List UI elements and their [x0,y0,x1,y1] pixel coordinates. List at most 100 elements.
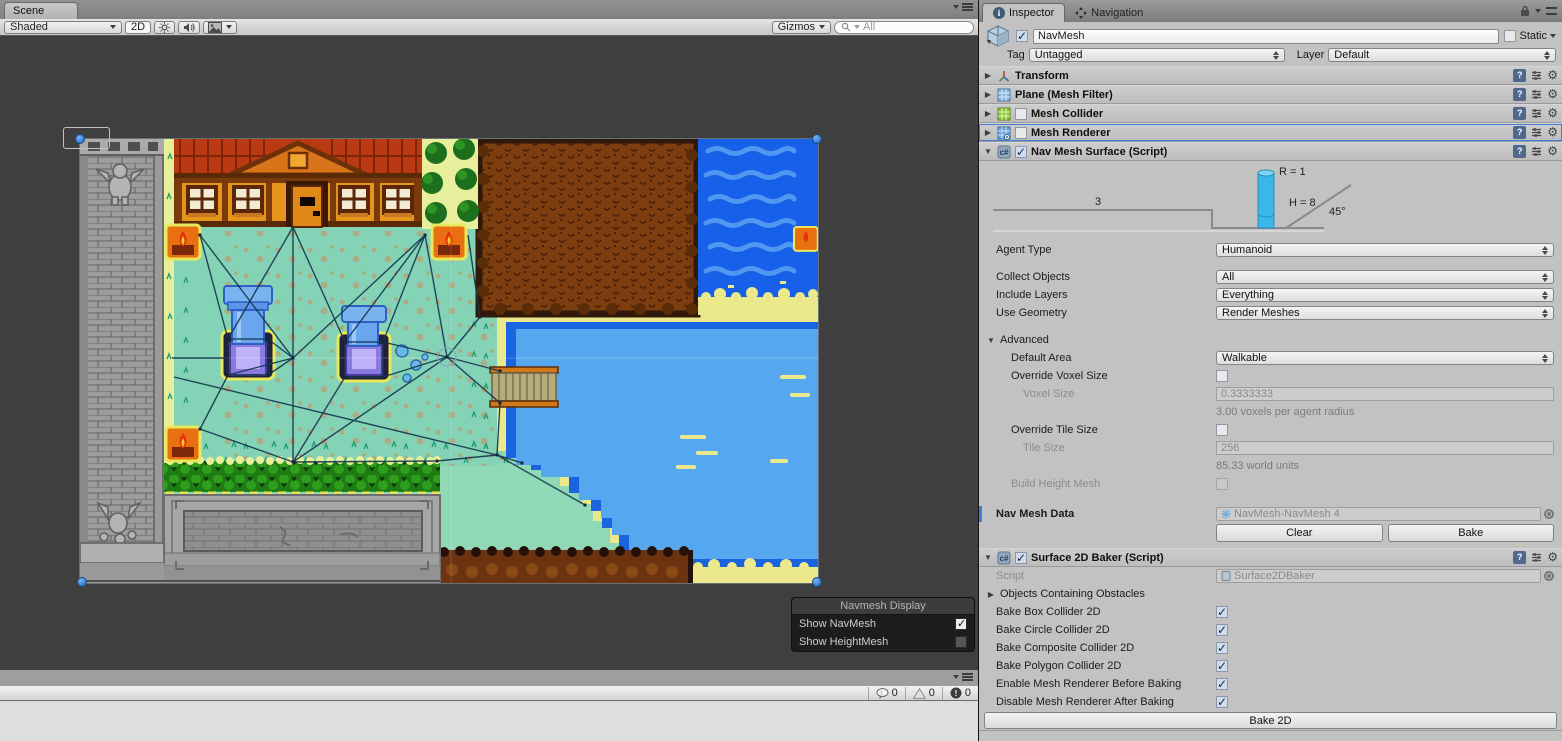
static-dropdown-arrow-icon[interactable] [1550,34,1556,38]
console-info-badge[interactable]: ! 0 [867,686,905,700]
presets-icon[interactable] [1530,126,1543,139]
gear-icon[interactable]: ⚙ [1547,126,1558,139]
include-layers-dropdown[interactable]: Everything [1216,288,1554,302]
hamburger-menu-icon[interactable] [1546,7,1557,15]
tab-inspector[interactable]: i Inspector [982,3,1066,22]
mesh-collider-enable-checkbox[interactable] [1015,107,1027,120]
svg-text:c#: c# [1000,148,1009,157]
presets-icon[interactable] [1530,88,1543,101]
show-navmesh-checkbox[interactable] [955,617,967,630]
gear-icon[interactable]: ⚙ [1547,88,1558,101]
row-tile-size: Tile Size 256 [979,439,1562,457]
component-transform[interactable]: ▶ Transform ? ⚙ [979,66,1562,85]
tab-navigation[interactable]: Navigation [1065,3,1153,22]
help-icon[interactable]: ? [1513,69,1527,82]
transform-icon [998,70,1010,82]
console-warning-badge[interactable]: 0 [904,686,942,700]
bake-button[interactable]: Bake [1387,524,1554,542]
advanced-foldout[interactable]: ▼ Advanced [979,331,1562,349]
bake-2d-button[interactable]: Bake 2D [984,712,1557,729]
help-icon[interactable]: ? [1513,145,1527,158]
foldout-arrow-icon[interactable]: ▶ [983,90,993,99]
object-picker-icon[interactable] [1544,509,1554,519]
component-surface-2d-baker[interactable]: ▼ c# Surface 2D Baker (Script) ? ⚙ [979,548,1562,567]
help-icon[interactable]: ? [1513,107,1527,120]
presets-icon[interactable] [1530,69,1543,82]
component-nav-mesh-surface[interactable]: ▼ c# Nav Mesh Surface (Script) ? ⚙ [979,142,1562,161]
gear-icon[interactable]: ⚙ [1547,145,1558,158]
show-navmesh-row[interactable]: Show NavMesh [792,615,974,633]
row-voxel-hint: 3.00 voxels per agent radius [1216,406,1355,418]
disable-mesh-renderer-after-baking-checkbox[interactable] [1216,695,1228,709]
objects-containing-obstacles-foldout[interactable]: ▶ Objects Containing Obstacles [979,585,1562,603]
speech-bubble-icon: ! [876,687,889,699]
console-error-badge[interactable]: ! 0 [941,686,978,700]
toggle-2d-button[interactable]: 2D [125,20,152,34]
component-mesh-filter[interactable]: ▶ Plane (Mesh Filter) ? ⚙ [979,85,1562,104]
help-icon[interactable]: ? [1513,551,1527,564]
nav-mesh-data-field[interactable]: NavMesh-NavMesh 4 [1216,507,1541,521]
console-panel-menu[interactable] [953,673,973,681]
static-checkbox[interactable] [1504,30,1517,42]
bake-composite-collider-2d-checkbox[interactable] [1216,641,1228,655]
tag-dropdown[interactable]: Untagged [1028,48,1285,62]
bake-polygon-collider-2d-checkbox[interactable] [1216,659,1228,673]
component-mesh-renderer[interactable]: ▶ Mesh Renderer ? ⚙ [979,123,1562,142]
show-heightmesh-label: Show HeightMesh [799,636,889,648]
selection-handle-bottom-left[interactable] [77,577,87,587]
scene-panel-menu[interactable] [953,3,973,11]
gameobject-enable-checkbox[interactable] [1016,29,1028,43]
default-area-dropdown[interactable]: Walkable [1216,351,1554,365]
mesh-renderer-enable-checkbox[interactable] [1015,126,1027,139]
foldout-arrow-icon[interactable]: ▶ [983,109,993,118]
effects-toggle-button[interactable] [203,20,238,34]
nav-mesh-surface-enable-checkbox[interactable] [1015,145,1027,159]
agent-type-dropdown[interactable]: Humanoid [1216,243,1554,257]
show-navmesh-label: Show NavMesh [799,618,877,630]
script-asset-icon [1221,571,1231,581]
selection-handle-bottom-right[interactable] [812,577,822,587]
show-heightmesh-checkbox[interactable] [955,636,967,648]
gizmos-dropdown[interactable]: Gizmos [771,20,831,34]
lighting-toggle-button[interactable] [154,20,176,34]
bake-circle-collider-2d-checkbox[interactable] [1216,623,1228,637]
foldout-arrow-icon[interactable]: ▼ [983,147,993,156]
surface-2d-baker-enable-checkbox[interactable] [1015,551,1027,565]
override-tile-size-checkbox[interactable] [1216,424,1228,436]
selection-handle-top-right[interactable] [812,134,822,144]
clear-button[interactable]: Clear [1216,524,1383,542]
presets-icon[interactable] [1530,145,1543,158]
scene-tab-label: Scene [13,5,45,17]
scene-viewport[interactable]: Navmesh Display Show NavMesh Show Height… [0,36,978,670]
presets-icon[interactable] [1530,551,1543,564]
gear-icon[interactable]: ⚙ [1547,107,1558,120]
tab-scene[interactable]: Scene [4,2,78,19]
show-heightmesh-row[interactable]: Show HeightMesh [792,633,974,651]
shading-mode-dropdown[interactable]: Shaded [4,20,122,34]
component-mesh-collider[interactable]: ▶ Mesh Collider ? ⚙ [979,104,1562,123]
selection-handle-top-left[interactable] [75,134,85,144]
enable-mesh-renderer-before-baking-checkbox[interactable] [1216,677,1228,691]
help-icon[interactable]: ? [1513,126,1527,139]
scene-search-input[interactable]: All [834,20,974,34]
static-toggle[interactable]: Static [1504,30,1556,42]
foldout-arrow-icon[interactable]: ▼ [983,553,993,562]
gear-icon[interactable]: ⚙ [1547,69,1558,82]
gear-icon[interactable]: ⚙ [1547,551,1558,564]
collect-objects-dropdown[interactable]: All [1216,270,1554,284]
row-script: Script Surface2DBaker [979,567,1562,585]
gameobject-name-field[interactable]: NavMesh [1033,28,1500,44]
foldout-arrow-icon[interactable]: ▶ [983,71,993,80]
object-picker-icon[interactable] [1544,571,1554,581]
foldout-arrow-icon[interactable]: ▶ [983,128,993,137]
layer-dropdown[interactable]: Default [1328,48,1556,62]
override-voxel-size-checkbox[interactable] [1216,370,1228,382]
lock-icon[interactable] [1520,5,1530,17]
presets-icon[interactable] [1530,107,1543,120]
audio-toggle-button[interactable] [178,20,201,34]
help-icon[interactable]: ? [1513,88,1527,101]
use-geometry-dropdown[interactable]: Render Meshes [1216,306,1554,320]
script-field[interactable]: Surface2DBaker [1216,569,1541,583]
dropdown-arrow-icon[interactable] [1535,9,1541,13]
bake-box-collider-2d-checkbox[interactable] [1216,605,1228,619]
